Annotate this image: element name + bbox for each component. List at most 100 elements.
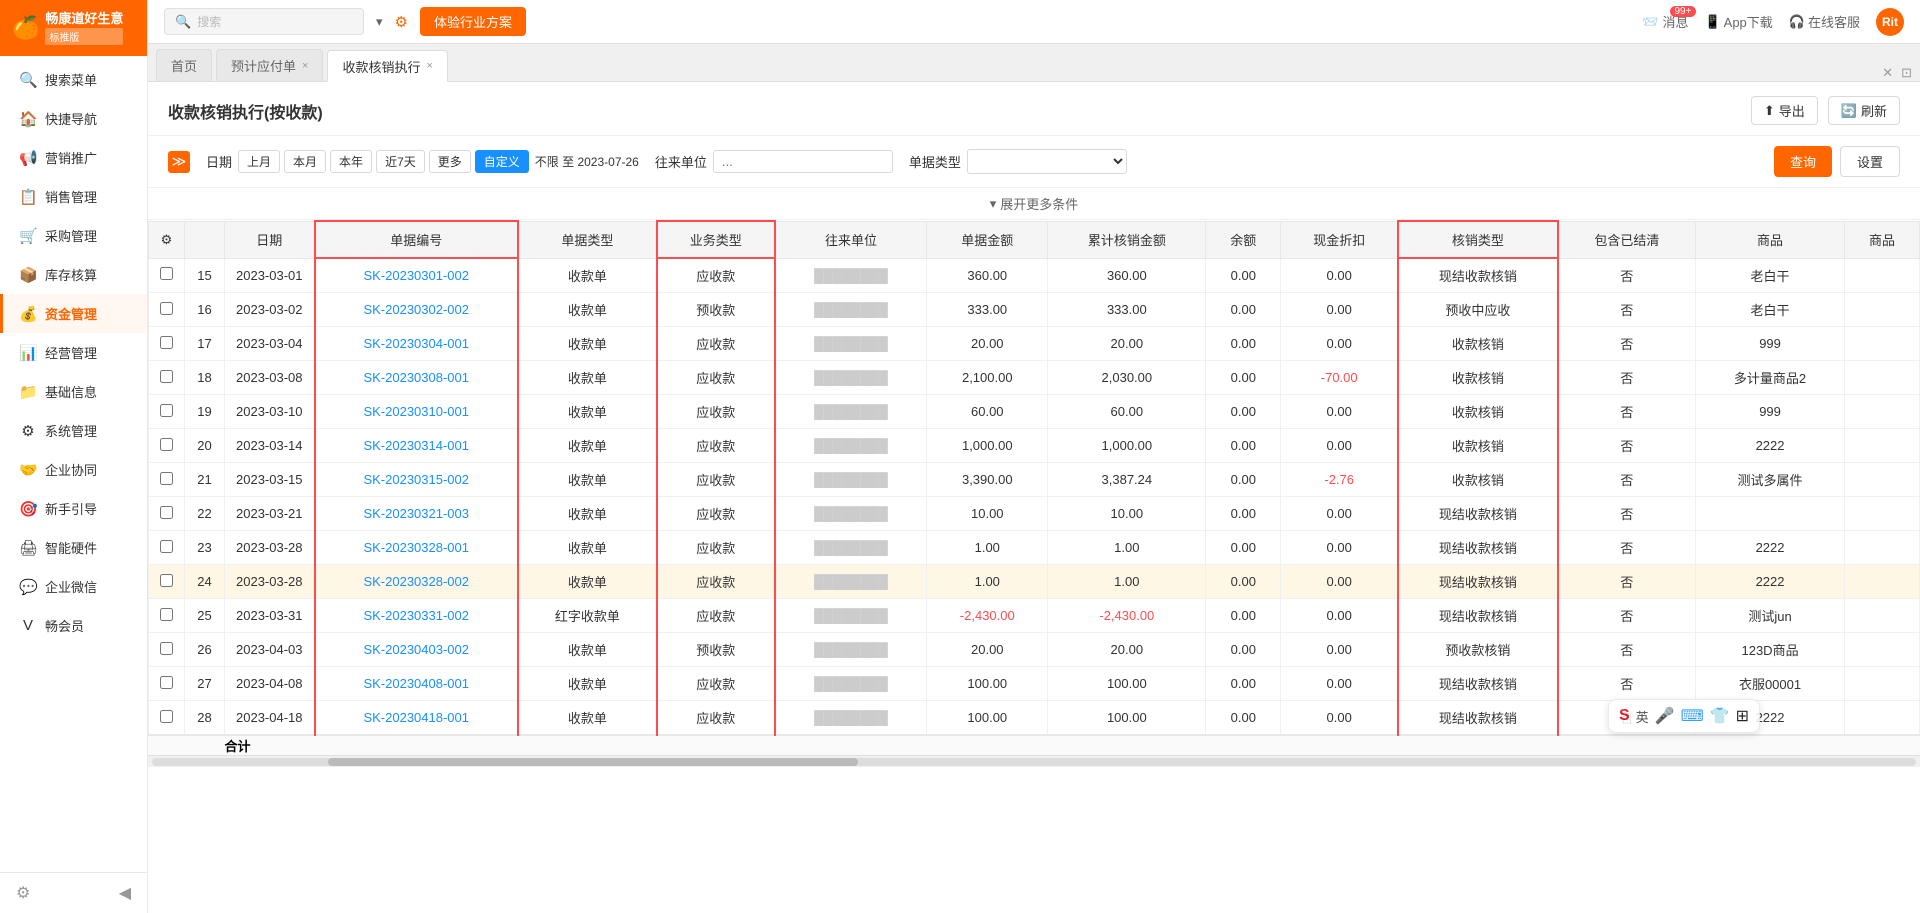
refresh-button[interactable]: 🔄 刷新: [1828, 96, 1900, 125]
cell-checkbox[interactable]: [149, 258, 185, 293]
close-window-icon[interactable]: ✕: [1882, 65, 1893, 81]
sidebar-item-智能硬件[interactable]: 🖨智能硬件: [0, 528, 147, 567]
sidebar-item-基础信息[interactable]: 📁基础信息: [0, 372, 147, 411]
sidebar-item-销售管理[interactable]: 📋销售管理: [0, 177, 147, 216]
sidebar-item-企业微信[interactable]: 💬企业微信: [0, 567, 147, 606]
scroll-thumb[interactable]: [328, 758, 857, 766]
partner-input[interactable]: [713, 150, 893, 173]
billno-link[interactable]: SK-20230403-002: [363, 642, 469, 657]
online-support[interactable]: 🎧 在线客服: [1789, 12, 1860, 31]
row-checkbox[interactable]: [160, 506, 173, 519]
billno-link[interactable]: SK-20230315-002: [363, 472, 469, 487]
cell-checkbox[interactable]: [149, 531, 185, 565]
expand-more-bar[interactable]: ▾ 展开更多条件: [148, 188, 1920, 220]
cell-no: 28: [185, 701, 225, 736]
billtype-select[interactable]: [967, 149, 1127, 174]
billno-link[interactable]: SK-20230301-002: [363, 268, 469, 283]
cell-biztype: 应收款: [657, 701, 775, 736]
row-checkbox[interactable]: [160, 404, 173, 417]
date-btn-more[interactable]: 更多: [429, 150, 471, 173]
sidebar-item-营销推广[interactable]: 📢营销推广: [0, 138, 147, 177]
cell-balance: 0.00: [1206, 497, 1281, 531]
sidebar-item-采购管理[interactable]: 🛒采购管理: [0, 216, 147, 255]
billno-link[interactable]: SK-20230328-002: [363, 574, 469, 589]
cell-checkbox[interactable]: [149, 497, 185, 531]
cell-checkbox[interactable]: [149, 667, 185, 701]
cell-checkbox[interactable]: [149, 361, 185, 395]
app-download[interactable]: 📱 App下载: [1704, 12, 1772, 31]
sidebar-item-资金管理[interactable]: 💰资金管理: [0, 294, 147, 333]
cell-writeoff: 1.00: [1048, 531, 1206, 565]
row-checkbox[interactable]: [160, 438, 173, 451]
sidebar-item-企业协同[interactable]: 🤝企业协同: [0, 450, 147, 489]
row-checkbox[interactable]: [160, 710, 173, 723]
sidebar-item-搜索菜单[interactable]: 🔍搜索菜单: [0, 60, 147, 99]
billno-link[interactable]: SK-20230302-002: [363, 302, 469, 317]
sidebar-item-畅会员[interactable]: V畅会员: [0, 606, 147, 645]
cell-checkbox[interactable]: [149, 395, 185, 429]
row-checkbox[interactable]: [160, 642, 173, 655]
sidebar-item-系统管理[interactable]: ⚙系统管理: [0, 411, 147, 450]
collapse-icon[interactable]: ◀: [119, 883, 131, 903]
tab-payable[interactable]: 预计应付单 ×: [216, 49, 323, 81]
horizontal-scrollbar[interactable]: [148, 755, 1920, 767]
topbar-dropdown-arrow[interactable]: ▾: [376, 14, 383, 30]
cell-checkbox[interactable]: [149, 633, 185, 667]
row-checkbox[interactable]: [160, 676, 173, 689]
query-button[interactable]: 查询: [1774, 146, 1832, 177]
row-checkbox[interactable]: [160, 336, 173, 349]
topbar-gear-icon[interactable]: ⚙: [395, 13, 408, 31]
cell-checkbox[interactable]: [149, 293, 185, 327]
tab-writeoff[interactable]: 收款核销执行 ×: [327, 50, 447, 82]
row-checkbox[interactable]: [160, 472, 173, 485]
billno-link[interactable]: SK-20230331-002: [363, 608, 469, 623]
cell-checkbox[interactable]: [149, 701, 185, 736]
maximize-icon[interactable]: ⊡: [1901, 65, 1912, 81]
sidebar-item-快捷导航[interactable]: 🏠快捷导航: [0, 99, 147, 138]
scroll-track[interactable]: [152, 758, 1916, 766]
filter-settings-button[interactable]: 设置: [1840, 146, 1900, 177]
row-checkbox[interactable]: [160, 302, 173, 315]
row-checkbox[interactable]: [160, 574, 173, 587]
cell-checkbox[interactable]: [149, 463, 185, 497]
sidebar-item-库存核算[interactable]: 📦库存核算: [0, 255, 147, 294]
row-checkbox[interactable]: [160, 267, 173, 280]
date-btn-lastmonth[interactable]: 上月: [238, 150, 280, 173]
sidebar-item-经营管理[interactable]: 📊经营管理: [0, 333, 147, 372]
solution-button[interactable]: 体验行业方案: [420, 7, 526, 36]
cell-writeoff: 100.00: [1048, 701, 1206, 736]
cell-writeoff: 1.00: [1048, 565, 1206, 599]
cell-checkbox[interactable]: [149, 429, 185, 463]
export-button[interactable]: ⬆ 导出: [1751, 96, 1818, 125]
sidebar-item-新手引导[interactable]: 🎯新手引导: [0, 489, 147, 528]
billno-link[interactable]: SK-20230308-001: [363, 370, 469, 385]
billno-link[interactable]: SK-20230321-003: [363, 506, 469, 521]
row-checkbox[interactable]: [160, 608, 173, 621]
cell-checkbox[interactable]: [149, 327, 185, 361]
tab-payable-close[interactable]: ×: [302, 60, 308, 72]
filter-expand-button[interactable]: ≫: [168, 151, 190, 173]
cell-checkbox[interactable]: [149, 565, 185, 599]
row-checkbox[interactable]: [160, 540, 173, 553]
tab-home[interactable]: 首页: [156, 49, 212, 81]
col-header-settings[interactable]: ⚙: [149, 221, 185, 258]
cell-billtype: 收款单: [518, 463, 657, 497]
row-checkbox[interactable]: [160, 370, 173, 383]
cell-billtype: 收款单: [518, 497, 657, 531]
date-btn-thisyear[interactable]: 本年: [330, 150, 372, 173]
date-btn-7days[interactable]: 近7天: [376, 150, 425, 173]
topbar-search-box[interactable]: 🔍 搜索: [164, 8, 364, 35]
billno-link[interactable]: SK-20230328-001: [363, 540, 469, 555]
date-btn-thismonth[interactable]: 本月: [284, 150, 326, 173]
billno-link[interactable]: SK-20230310-001: [363, 404, 469, 419]
message-badge[interactable]: 📨 消息 99+: [1642, 12, 1688, 31]
date-btn-custom[interactable]: 自定义: [475, 150, 529, 173]
billno-link[interactable]: SK-20230418-001: [363, 710, 469, 725]
cell-checkbox[interactable]: [149, 599, 185, 633]
tab-writeoff-close[interactable]: ×: [426, 60, 432, 72]
billno-link[interactable]: SK-20230304-001: [363, 336, 469, 351]
settings-icon[interactable]: ⚙: [16, 883, 30, 903]
billno-link[interactable]: SK-20230314-001: [363, 438, 469, 453]
user-avatar[interactable]: Rit: [1876, 8, 1904, 36]
billno-link[interactable]: SK-20230408-001: [363, 676, 469, 691]
